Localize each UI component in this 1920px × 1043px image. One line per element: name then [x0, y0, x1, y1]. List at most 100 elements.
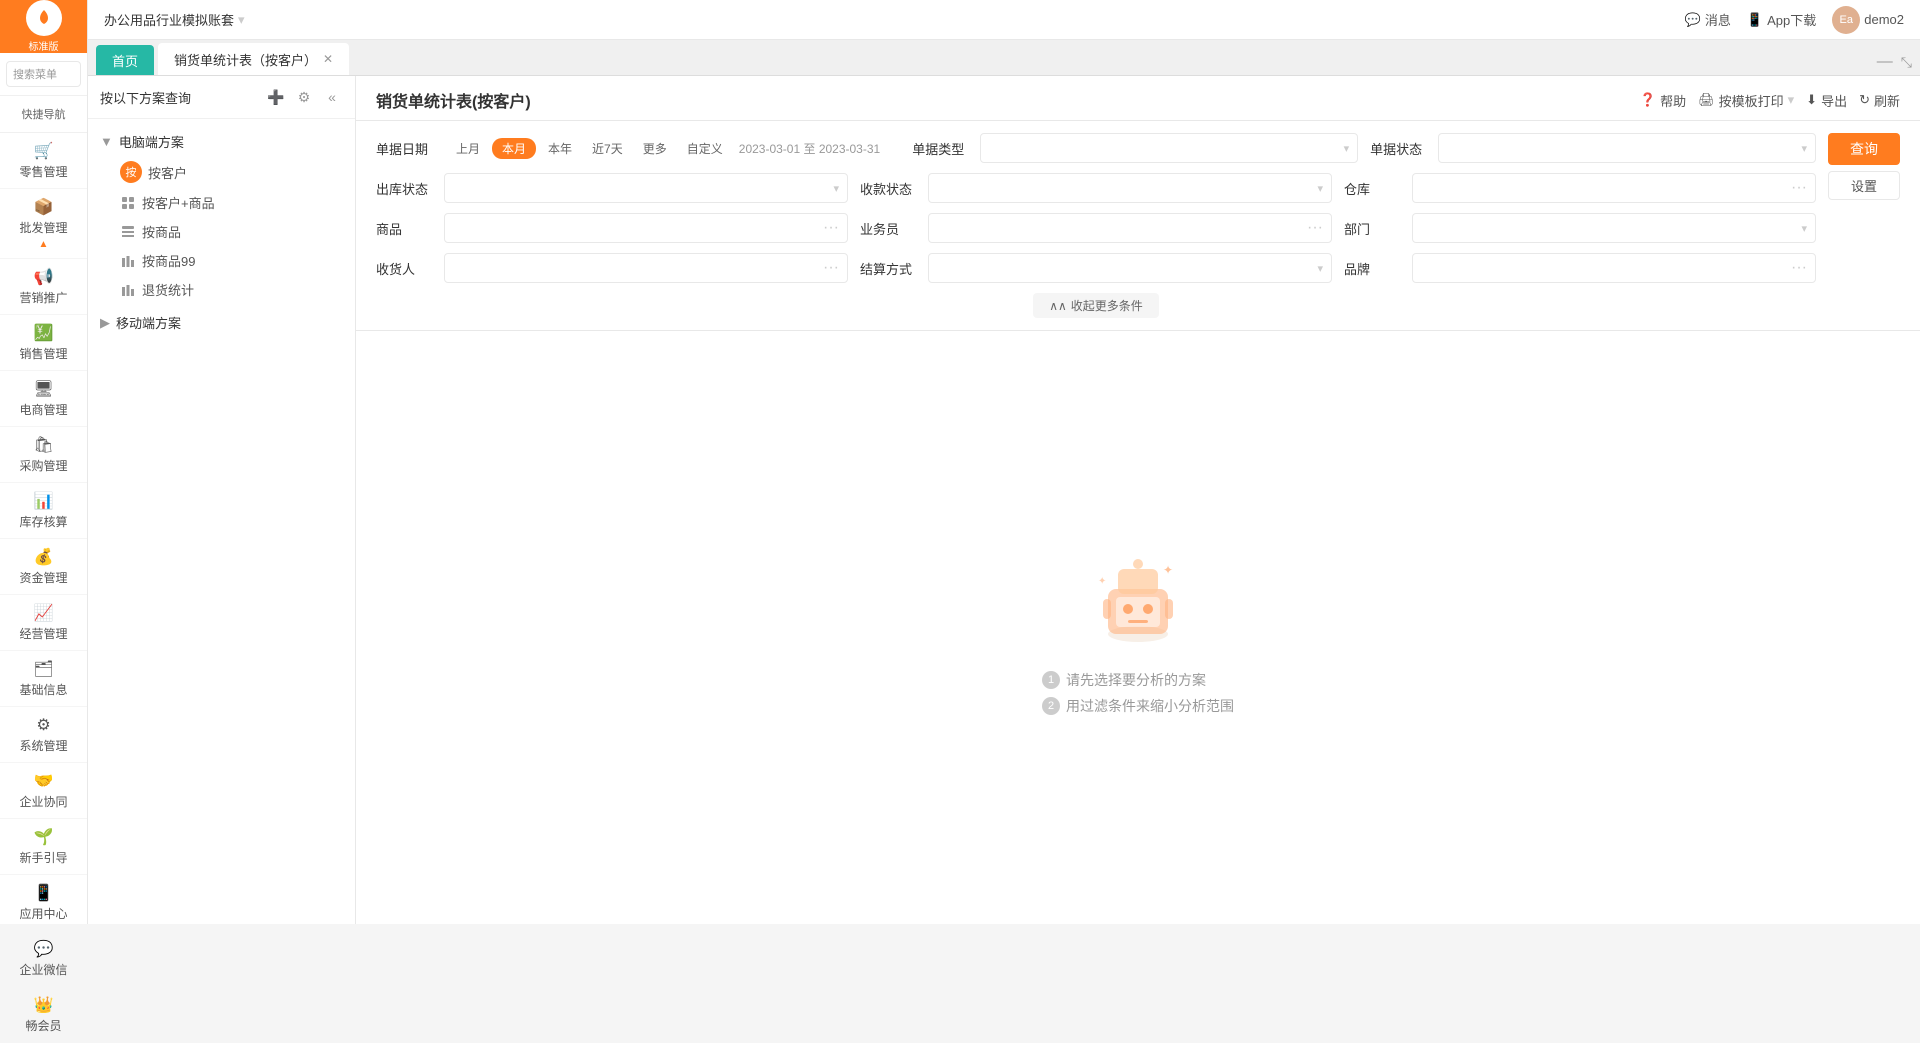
sidebar-item-sales[interactable]: 💹 销售管理	[0, 315, 87, 371]
sidebar-item-label: 系统管理	[4, 737, 83, 754]
sidebar: 标准版 搜索菜单 快捷导航 🛒 零售管理 📦 批发管理 ▲ 📢 营销推广 💹 销…	[0, 0, 88, 924]
app-download-button[interactable]: 📱 App下载	[1747, 10, 1816, 29]
sidebar-item-basic[interactable]: 🗂 基础信息	[0, 651, 87, 707]
date-custom-btn[interactable]: 自定义	[679, 138, 731, 159]
help-button[interactable]: ❓ 帮助	[1640, 91, 1686, 110]
account-name: 办公用品行业模拟账套	[104, 10, 234, 29]
svg-text:✦: ✦	[1163, 563, 1173, 577]
out-status-select[interactable]: ▾	[444, 173, 848, 203]
warehouse-input[interactable]: ···	[1412, 173, 1816, 203]
tree-item-by-product99[interactable]: 按商品99	[88, 246, 355, 275]
consignee-input[interactable]: ···	[444, 253, 848, 283]
hint-num-1: 1	[1042, 671, 1060, 689]
marketing-icon: 📢	[4, 267, 83, 287]
date-more-btn[interactable]: 更多	[635, 138, 675, 159]
collapse-panel-button[interactable]: «	[321, 86, 343, 108]
receipt-status-select[interactable]: ▾	[928, 173, 1332, 203]
tree-item-by-customer[interactable]: 按 按客户	[88, 156, 355, 188]
order-status-select[interactable]: ▾	[1438, 133, 1816, 163]
by-product99-label: 按商品99	[142, 251, 195, 270]
sidebar-item-newuser[interactable]: 🌱 新手引导	[0, 819, 87, 875]
hint-num-2: 2	[1042, 697, 1060, 715]
tab-sales-stats[interactable]: 销货单统计表（按客户） ✕	[158, 43, 349, 75]
sidebar-item-label: 库存核算	[4, 513, 83, 530]
sidebar-item-operations[interactable]: 📈 经营管理	[0, 595, 87, 651]
refresh-button[interactable]: ↻ 刷新	[1859, 91, 1900, 110]
tab-sales-label: 销货单统计表（按客户）	[174, 50, 317, 69]
return-icon	[120, 282, 136, 298]
sidebar-item-member[interactable]: 👑 畅会员	[0, 987, 87, 1043]
page-header: 销货单统计表(按客户) ❓ 帮助 🖨 按模板打印 ▾ ⬇ 导出	[356, 76, 1920, 121]
app-icon: 📱	[1747, 12, 1763, 28]
date-7days-btn[interactable]: 近7天	[584, 138, 631, 159]
enterprise-icon: 🤝	[4, 771, 83, 791]
tree-section-mobile[interactable]: ▶ 移动端方案	[88, 308, 355, 337]
help-label: 帮助	[1660, 91, 1686, 110]
sidebar-item-marketing[interactable]: 📢 营销推广	[0, 259, 87, 315]
out-status-arrow-icon: ▾	[833, 182, 839, 195]
filter-row-3: 商品 ··· 业务员 ···	[376, 213, 1816, 243]
sidebar-item-ecommerce[interactable]: 🖥 电商管理	[0, 371, 87, 427]
sidebar-item-purchase[interactable]: 🛍 采购管理	[0, 427, 87, 483]
sidebar-item-inventory[interactable]: 📊 库存核算	[0, 483, 87, 539]
brand-input[interactable]: ···	[1412, 253, 1816, 283]
sidebar-item-enterprise[interactable]: 🤝 企业协同	[0, 763, 87, 819]
tab-home[interactable]: 首页	[96, 45, 154, 75]
tab-expand-icon[interactable]: ⤡	[1901, 54, 1912, 71]
warehouse-label: 仓库	[1344, 179, 1404, 198]
tab-minimize-icon[interactable]: —	[1877, 53, 1893, 71]
order-type-label: 单据类型	[912, 139, 972, 158]
app-download-label: App下载	[1767, 10, 1816, 29]
print-icon: 🖨	[1698, 92, 1715, 108]
left-panel-header: 按以下方案查询 ➕ ⚙ «	[88, 76, 355, 119]
settlement-select[interactable]: ▾	[928, 253, 1332, 283]
refresh-label: 刷新	[1874, 91, 1900, 110]
add-scheme-button[interactable]: ➕	[265, 86, 287, 108]
sidebar-logo: 标准版	[0, 0, 87, 53]
user-menu[interactable]: Ea demo2	[1832, 6, 1904, 34]
content-area: 按以下方案查询 ➕ ⚙ « ▼ 电脑端方案 按 按客户	[88, 76, 1920, 924]
sidebar-item-label: 营销推广	[4, 289, 83, 306]
date-prev-month-btn[interactable]: 上月	[448, 138, 488, 159]
inventory-icon: 📊	[4, 491, 83, 511]
newuser-icon: 🌱	[4, 827, 83, 847]
export-button[interactable]: ⬇ 导出	[1806, 91, 1847, 110]
tree-item-by-customer-product[interactable]: 按客户+商品	[88, 188, 355, 217]
tree-section-desktop[interactable]: ▼ 电脑端方案	[88, 127, 355, 156]
topnav-right: 💬 消息 📱 App下载 Ea demo2	[1685, 6, 1904, 34]
sidebar-item-wechat[interactable]: 💬 企业微信	[0, 931, 87, 987]
department-select[interactable]: ▾	[1412, 213, 1816, 243]
date-year-btn[interactable]: 本年	[540, 138, 580, 159]
sidebar-item-label: 新手引导	[4, 849, 83, 866]
collapse-button[interactable]: ∧∧ 收起更多条件	[1033, 293, 1159, 318]
sidebar-item-retail[interactable]: 🛒 零售管理	[0, 133, 87, 189]
salesperson-input[interactable]: ···	[928, 213, 1332, 243]
logo-icon	[26, 0, 62, 36]
empty-hint-1: 1 请先选择要分析的方案	[1042, 670, 1234, 690]
tree-item-return-stats[interactable]: 退货统计	[88, 275, 355, 304]
account-selector[interactable]: 办公用品行业模拟账套 ▾	[104, 10, 245, 29]
chevron-down-icon: ▾	[238, 12, 245, 28]
sidebar-item-appcenter[interactable]: 📱 应用中心	[0, 875, 87, 931]
tab-close-icon[interactable]: ✕	[323, 52, 333, 66]
message-button[interactable]: 💬 消息	[1685, 10, 1731, 29]
salesperson-label: 业务员	[860, 219, 920, 238]
query-button[interactable]: 查询	[1828, 133, 1900, 165]
sidebar-item-wholesale[interactable]: 📦 批发管理 ▲	[0, 189, 87, 259]
sidebar-item-system[interactable]: ⚙ 系统管理	[0, 707, 87, 763]
username-label: demo2	[1864, 12, 1904, 27]
template-print-label: 按模板打印	[1719, 91, 1784, 110]
message-label: 消息	[1705, 10, 1731, 29]
brand-dots-icon: ···	[1791, 259, 1807, 277]
settings-scheme-button[interactable]: ⚙	[293, 86, 315, 108]
product-input[interactable]: ···	[444, 213, 848, 243]
sidebar-item-finance[interactable]: 💰 资金管理	[0, 539, 87, 595]
date-current-month-btn[interactable]: 本月	[492, 138, 536, 159]
search-menu-button[interactable]: 搜索菜单	[6, 61, 81, 87]
message-icon: 💬	[1685, 12, 1701, 28]
order-type-select[interactable]: ▾	[980, 133, 1358, 163]
main-area: 办公用品行业模拟账套 ▾ 💬 消息 📱 App下载 Ea demo2 首页 销货…	[88, 0, 1920, 924]
settings-button[interactable]: 设置	[1828, 171, 1900, 200]
template-print-button[interactable]: 🖨 按模板打印 ▾	[1698, 91, 1794, 110]
tree-item-by-product[interactable]: 按商品	[88, 217, 355, 246]
